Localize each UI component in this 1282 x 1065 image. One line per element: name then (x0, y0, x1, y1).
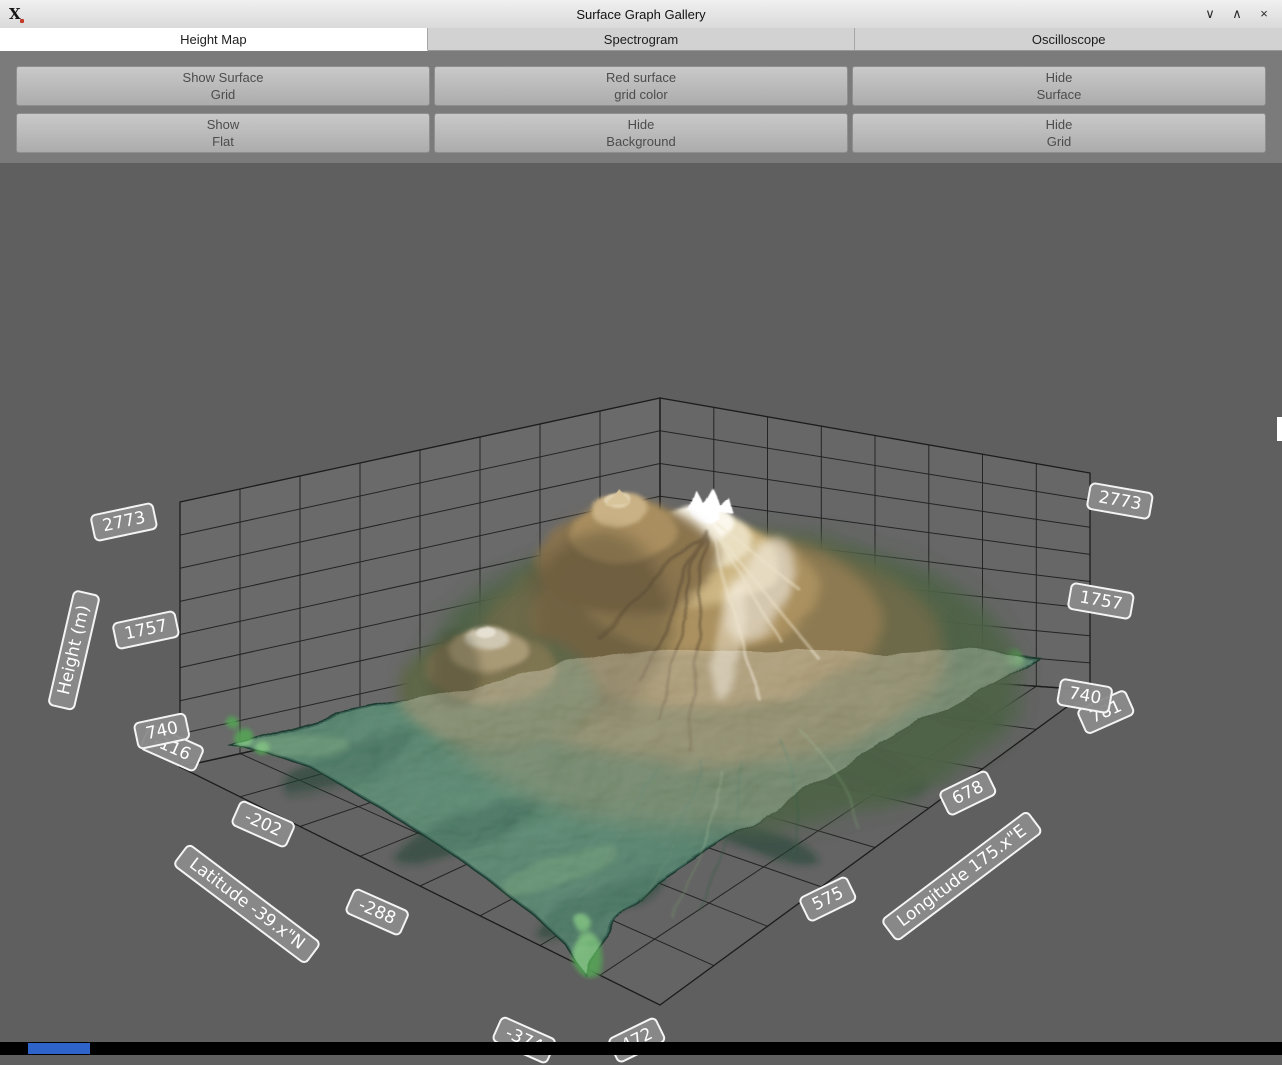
close-window-icon[interactable]: × (1256, 1, 1272, 27)
bottom-taskbar (0, 1042, 1282, 1055)
button-label-line: Show Surface (183, 69, 264, 86)
button-label-line: grid color (614, 86, 667, 103)
button-label-line: Red surface (606, 69, 676, 86)
app-icon-accent (20, 19, 24, 23)
window-controls: ∨ ∧ × (1202, 1, 1272, 27)
button-label-line: Grid (1047, 133, 1072, 150)
taskbar-item[interactable] (28, 1043, 90, 1054)
button-label-line: Background (606, 133, 675, 150)
screen-edge-artifact (1277, 417, 1282, 441)
toggle-surface-button[interactable]: Hide Surface (852, 66, 1266, 106)
shade-window-icon[interactable]: ∨ (1202, 1, 1218, 27)
toggle-flat-shading-button[interactable]: Show Flat (16, 113, 430, 153)
button-label-line: Hide (1046, 69, 1073, 86)
toggle-background-button[interactable]: Hide Background (434, 113, 848, 153)
toggle-grid-button[interactable]: Hide Grid (852, 113, 1266, 153)
button-label-line: Flat (212, 133, 234, 150)
toggle-surface-grid-button[interactable]: Show Surface Grid (16, 66, 430, 106)
tab-spectrogram[interactable]: Spectrogram (428, 28, 856, 51)
button-label-line: Surface (1037, 86, 1082, 103)
graph-controls-panel: Show Surface Grid Red surface grid color… (0, 51, 1282, 163)
button-label-line: Grid (211, 86, 236, 103)
window-titlebar[interactable]: X Surface Graph Gallery ∨ ∧ × (0, 0, 1282, 29)
button-label-line: Hide (1046, 116, 1073, 133)
graph-controls-grid: Show Surface Grid Red surface grid color… (16, 66, 1266, 153)
button-label-line: Show (207, 116, 240, 133)
tab-height-map[interactable]: Height Map (0, 28, 428, 51)
tab-bar: Height Map Spectrogram Oscilloscope (0, 28, 1282, 51)
window-title: Surface Graph Gallery (0, 7, 1282, 22)
x11-app-icon: X (9, 7, 21, 22)
maximize-window-icon[interactable]: ∧ (1229, 1, 1245, 27)
surface-grid-color-button[interactable]: Red surface grid color (434, 66, 848, 106)
tab-oscilloscope[interactable]: Oscilloscope (855, 28, 1282, 51)
button-label-line: Hide (628, 116, 655, 133)
